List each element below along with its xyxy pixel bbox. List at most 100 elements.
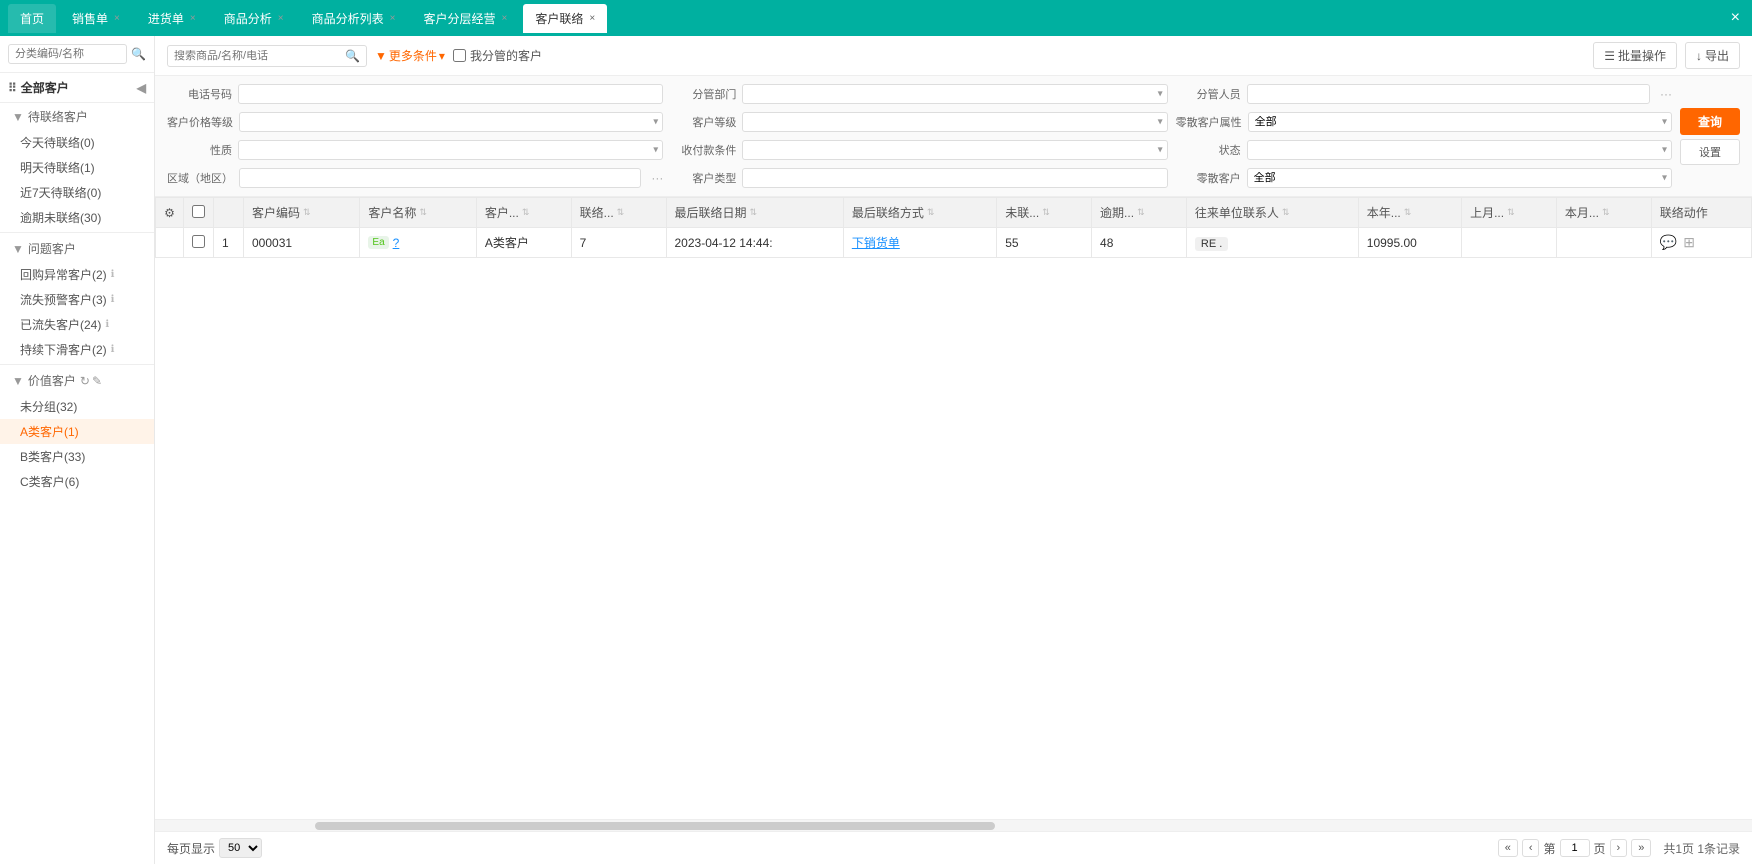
tab-home[interactable]: 首页: [8, 4, 56, 33]
payment-select[interactable]: [742, 140, 1167, 160]
tab-sales-close[interactable]: ×: [114, 13, 120, 24]
th-type-sort-icon[interactable]: ⇅: [522, 207, 530, 218]
horizontal-scrollbar[interactable]: [155, 819, 1752, 831]
sidebar-item-overdue[interactable]: 逾期未联络(30): [0, 205, 154, 230]
th-this-month-sort-icon[interactable]: ⇅: [1602, 207, 1610, 218]
sidebar-search-input[interactable]: [8, 44, 127, 64]
th-name[interactable]: 客户名称 ⇅: [360, 198, 476, 228]
th-overdue-sort-icon[interactable]: ⇅: [1137, 207, 1145, 218]
qr-icon-button[interactable]: ⊞: [1683, 234, 1695, 251]
tab-goods-analysis[interactable]: 商品分析 ×: [212, 4, 296, 33]
sidebar-item-unclassified[interactable]: 未分组(32): [0, 394, 154, 419]
tab-goods-analysis-close[interactable]: ×: [278, 13, 284, 24]
filter-search-input[interactable]: [174, 50, 341, 62]
th-name-sort-icon[interactable]: ⇅: [419, 207, 427, 218]
sidebar-pending-contact-group[interactable]: ▼ 待联络客户: [0, 103, 154, 130]
tab-purchase[interactable]: 进货单 ×: [136, 4, 208, 33]
th-last-way-sort-icon[interactable]: ⇅: [927, 207, 935, 218]
th-gear[interactable]: ⚙: [156, 198, 184, 228]
th-this-month[interactable]: 本月... ⇅: [1556, 198, 1651, 228]
status-select[interactable]: [1247, 140, 1672, 160]
row-checkbox[interactable]: [192, 235, 205, 248]
sidebar-item-lost[interactable]: 已流失客户(24) ℹ: [0, 312, 154, 337]
tab-customer-segment[interactable]: 客户分层经营 ×: [411, 4, 519, 33]
scroll-bar-thumb[interactable]: [315, 822, 995, 830]
more-filter-button[interactable]: ▼ 更多条件 ▾: [375, 47, 445, 64]
table-select-all-checkbox[interactable]: [192, 205, 205, 218]
th-this-year-sort-icon[interactable]: ⇅: [1404, 207, 1412, 218]
th-last-date-sort-icon[interactable]: ⇅: [750, 207, 758, 218]
th-no-contact[interactable]: 未联... ⇅: [997, 198, 1092, 228]
th-unit-sort-icon[interactable]: ⇅: [1282, 207, 1290, 218]
tab-customer-contact[interactable]: 客户联络 ×: [523, 4, 607, 33]
sidebar-value-customers-group[interactable]: ▼ 价值客户 ↻ ✎: [0, 367, 154, 394]
export-button[interactable]: ↓ 导出: [1685, 42, 1740, 69]
sidebar-item-loss-warning[interactable]: 流失预警客户(3) ℹ: [0, 287, 154, 312]
customer-type-input[interactable]: [742, 168, 1167, 188]
first-page-button[interactable]: «: [1498, 839, 1518, 857]
th-unit-contact[interactable]: 往来单位联系人 ⇅: [1186, 198, 1358, 228]
my-customers-checkbox[interactable]: [453, 49, 466, 62]
th-last-contact-way[interactable]: 最后联络方式 ⇅: [843, 198, 996, 228]
setting-button[interactable]: 设置: [1680, 139, 1740, 165]
th-last-month-sort-icon[interactable]: ⇅: [1507, 207, 1515, 218]
customer-name-text[interactable]: ?: [393, 236, 400, 250]
dept-select[interactable]: [742, 84, 1167, 104]
sidebar-item-7days[interactable]: 近7天待联络(0): [0, 180, 154, 205]
value-edit-icon[interactable]: ✎: [92, 374, 102, 388]
chat-icon-button[interactable]: 💬: [1660, 234, 1677, 251]
last-contact-way-link[interactable]: 下销货单: [852, 236, 900, 250]
last-page-button[interactable]: »: [1631, 839, 1651, 857]
sidebar-item-tomorrow[interactable]: 明天待联络(1): [0, 155, 154, 180]
sidebar-item-a-class[interactable]: A类客户(1): [0, 419, 154, 444]
tab-goods-analysis-list-close[interactable]: ×: [390, 13, 396, 24]
th-code[interactable]: 客户编码 ⇅: [244, 198, 360, 228]
th-last-contact-date[interactable]: 最后联络日期 ⇅: [666, 198, 843, 228]
sidebar-collapse-icon[interactable]: ◀: [137, 81, 146, 95]
sidebar-item-declining[interactable]: 持续下滑客户(2) ℹ: [0, 337, 154, 362]
tab-sales[interactable]: 销售单 ×: [60, 4, 132, 33]
th-overdue[interactable]: 逾期... ⇅: [1092, 198, 1187, 228]
value-refresh-icon[interactable]: ↻: [80, 374, 90, 388]
th-last-month[interactable]: 上月... ⇅: [1462, 198, 1557, 228]
tab-customer-contact-close[interactable]: ×: [589, 13, 595, 24]
th-check[interactable]: [184, 198, 214, 228]
region-dots-icon[interactable]: ···: [651, 171, 663, 185]
nature-select[interactable]: [238, 140, 663, 160]
tab-purchase-close[interactable]: ×: [190, 13, 196, 24]
retail-customer-select[interactable]: 全部: [1247, 168, 1672, 188]
per-page-select[interactable]: 50: [219, 838, 262, 858]
tab-customer-segment-close[interactable]: ×: [501, 13, 507, 24]
th-code-sort-icon[interactable]: ⇅: [303, 207, 311, 218]
next-page-button[interactable]: ›: [1610, 839, 1628, 857]
gear-icon[interactable]: ⚙: [164, 206, 175, 220]
retail-attr-select[interactable]: 全部: [1248, 112, 1672, 132]
sidebar-item-today[interactable]: 今天待联络(0): [0, 130, 154, 155]
sidebar-all-customers-header[interactable]: ⠿ 全部客户 ◀: [0, 73, 154, 103]
manager-input[interactable]: [1247, 84, 1650, 104]
td-check[interactable]: [184, 228, 214, 258]
price-level-select[interactable]: [239, 112, 663, 132]
region-input[interactable]: [239, 168, 641, 188]
page-number-input[interactable]: [1560, 839, 1590, 857]
manager-dots-icon[interactable]: ···: [1660, 87, 1672, 101]
sidebar-item-c-class[interactable]: C类客户(6): [0, 469, 154, 494]
td-last-contact-way[interactable]: 下销货单: [843, 228, 996, 258]
filter-search-icon[interactable]: 🔍: [345, 49, 360, 63]
batch-operation-button[interactable]: ☰ 批量操作: [1593, 42, 1677, 69]
tab-goods-analysis-list[interactable]: 商品分析列表 ×: [300, 4, 408, 33]
customer-level-select[interactable]: [742, 112, 1167, 132]
th-this-year[interactable]: 本年... ⇅: [1358, 198, 1461, 228]
my-customers-filter[interactable]: 我分管的客户: [453, 47, 542, 64]
th-contact[interactable]: 联络... ⇅: [571, 198, 666, 228]
phone-input[interactable]: [238, 84, 663, 104]
window-close-button[interactable]: ×: [1727, 5, 1744, 31]
th-contact-sort-icon[interactable]: ⇅: [617, 207, 625, 218]
th-type[interactable]: 客户... ⇅: [476, 198, 571, 228]
sidebar-item-b-class[interactable]: B类客户(33): [0, 444, 154, 469]
query-button[interactable]: 查询: [1680, 108, 1740, 135]
sidebar-item-abnormal-repurchase[interactable]: 回购异常客户(2) ℹ: [0, 262, 154, 287]
th-no-contact-sort-icon[interactable]: ⇅: [1042, 207, 1050, 218]
prev-page-button[interactable]: ‹: [1522, 839, 1540, 857]
sidebar-search-icon[interactable]: 🔍: [131, 47, 146, 61]
